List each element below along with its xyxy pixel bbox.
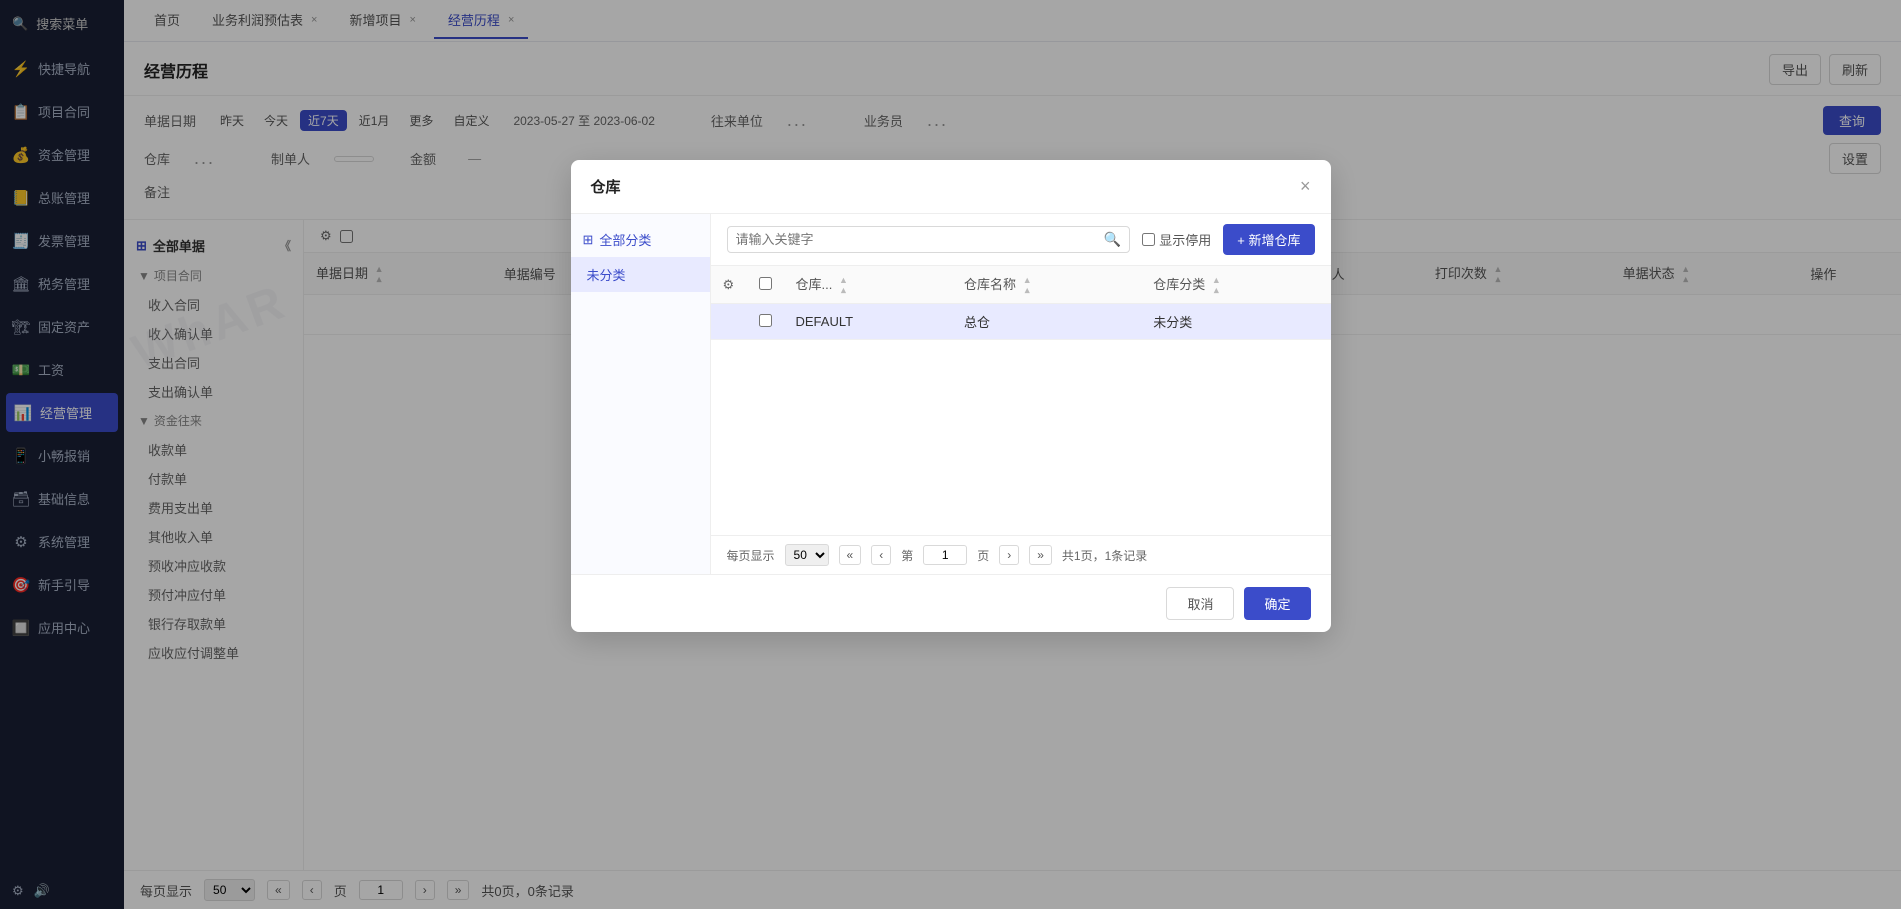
modal-toolbar: 🔍 显示停用 + 新增仓库 [711,214,1331,266]
modal-row-select[interactable] [759,314,772,327]
modal-actions: 取消 确定 [571,574,1331,632]
modal-table-header: ⚙ 仓库... ▲▼ 仓库名称 ▲▼ [711,266,1331,304]
modal-col-code: 仓库... ▲▼ [784,266,953,304]
modal-title: 仓库 [591,176,621,197]
modal-search-box: 🔍 [727,226,1131,253]
modal-select-all[interactable] [759,277,772,290]
confirm-button[interactable]: 确定 [1244,587,1310,620]
modal-row-category: 未分类 [1141,304,1330,340]
all-category-icon: ⊞ [583,232,594,248]
modal-col-checkbox [747,266,784,304]
modal-right-panel: 🔍 显示停用 + 新增仓库 ⚙ [711,214,1331,574]
modal-row-name: 总仓 [952,304,1141,340]
modal-table: ⚙ 仓库... ▲▼ 仓库名称 ▲▼ [711,266,1331,340]
add-warehouse-button[interactable]: + 新增仓库 [1223,224,1314,255]
modal-row-checkbox [747,304,784,340]
modal-first-page[interactable]: « [839,545,862,565]
modal-row-settings [711,304,747,340]
modal-pagination: 每页显示 50 « ‹ 第 页 › » 共1页，1条记录 [711,535,1331,574]
modal-page-label: 页 [977,547,989,564]
cancel-button[interactable]: 取消 [1166,587,1234,620]
modal-table-wrap: ⚙ 仓库... ▲▼ 仓库名称 ▲▼ [711,266,1331,535]
modal-search-input[interactable] [736,232,1104,247]
show-disabled-label[interactable]: 显示停用 [1142,230,1211,249]
modal-all-category[interactable]: ⊞ 全部分类 [571,222,710,257]
modal-total-info: 共1页，1条记录 [1062,547,1147,564]
modal-last-page[interactable]: » [1029,545,1052,565]
show-disabled-text: 显示停用 [1159,230,1211,249]
modal-close-button[interactable]: × [1300,176,1311,197]
all-category-label: 全部分类 [599,230,651,249]
modal-search-icon: 🔍 [1104,231,1121,248]
sort-modal-code[interactable]: ▲▼ [839,276,848,295]
sort-modal-category[interactable]: ▲▼ [1212,276,1221,295]
modal-next-page[interactable]: › [999,545,1019,565]
modal-col-settings: ⚙ [711,266,747,304]
modal-per-page-select[interactable]: 50 [785,544,829,566]
modal-col-category: 仓库分类 ▲▼ [1141,266,1330,304]
modal-uncategorized[interactable]: 未分类 [571,257,710,292]
modal-per-page-label: 每页显示 [727,547,775,564]
modal-prev-page[interactable]: ‹ [871,545,891,565]
modal-left-panel: ⊞ 全部分类 未分类 [571,214,711,574]
modal-row-code: DEFAULT [784,304,953,340]
sort-modal-name[interactable]: ▲▼ [1023,276,1032,295]
warehouse-modal: 仓库 × ⊞ 全部分类 未分类 🔍 显示停用 + 新增仓库 [571,160,1331,632]
modal-page-input[interactable] [923,545,967,565]
modal-header: 仓库 × [571,160,1331,214]
modal-page-label-pre: 第 [901,547,913,564]
col-settings-icon[interactable]: ⚙ [723,277,735,292]
modal-body: ⊞ 全部分类 未分类 🔍 显示停用 + 新增仓库 [571,214,1331,574]
show-disabled-checkbox[interactable] [1142,233,1155,246]
modal-table-row[interactable]: DEFAULT 总仓 未分类 [711,304,1331,340]
modal-col-name: 仓库名称 ▲▼ [952,266,1141,304]
